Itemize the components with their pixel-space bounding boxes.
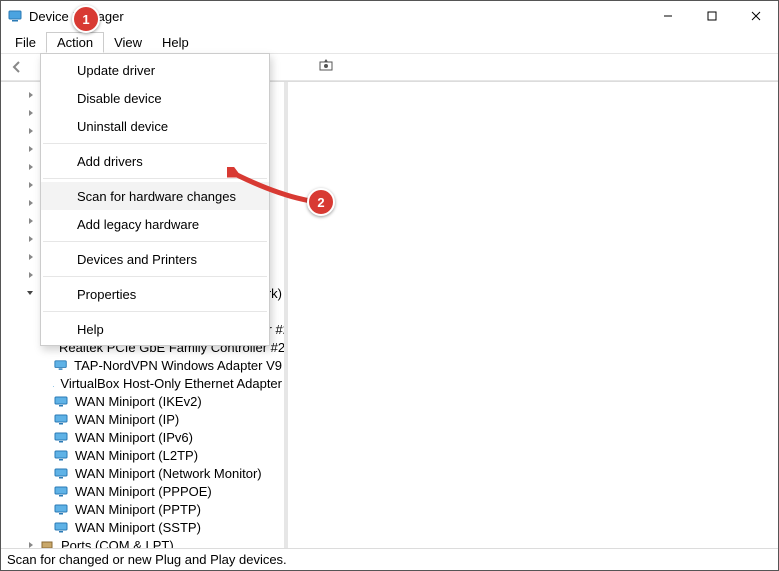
chevron-right-icon[interactable] <box>25 215 37 227</box>
chevron-right-icon[interactable] <box>25 269 37 281</box>
ports-icon <box>39 537 55 548</box>
chevron-right-icon[interactable] <box>25 125 37 137</box>
close-button[interactable] <box>734 1 778 31</box>
network-adapter-icon <box>53 411 69 427</box>
menubar: File Action View Help <box>1 31 778 53</box>
network-adapter-icon <box>53 465 69 481</box>
tree-node-label: WAN Miniport (PPPOE) <box>73 484 214 499</box>
menu-item-update-driver[interactable]: Update driver <box>41 56 269 84</box>
chevron-right-icon[interactable] <box>25 107 37 119</box>
tree-node-ports[interactable]: Ports (COM & LPT) <box>25 536 284 548</box>
tree-node-device[interactable]: WAN Miniport (L2TP) <box>53 446 284 464</box>
maximize-button[interactable] <box>690 1 734 31</box>
tree-node-device[interactable]: WAN Miniport (IPv6) <box>53 428 284 446</box>
tree-node-label: WAN Miniport (IKEv2) <box>73 394 204 409</box>
annotation-badge-1: 1 <box>72 5 100 33</box>
titlebar: Device Manager <box>1 1 778 31</box>
network-adapter-icon <box>53 393 69 409</box>
network-adapter-icon <box>53 519 69 535</box>
menu-separator <box>43 241 267 242</box>
tree-node-label: WAN Miniport (IP) <box>73 412 181 427</box>
details-pane <box>288 82 778 548</box>
chevron-right-icon[interactable] <box>25 233 37 245</box>
statusbar: Scan for changed or new Plug and Play de… <box>1 548 778 570</box>
statusbar-text: Scan for changed or new Plug and Play de… <box>7 552 287 567</box>
menu-item-devices-and-printers[interactable]: Devices and Printers <box>41 245 269 273</box>
back-button[interactable] <box>5 55 29 79</box>
tree-node-device[interactable]: WAN Miniport (PPTP) <box>53 500 284 518</box>
tree-node-label: Ports (COM & LPT) <box>59 538 176 549</box>
chevron-right-icon[interactable] <box>25 179 37 191</box>
tree-node-device[interactable]: WAN Miniport (SSTP) <box>53 518 284 536</box>
device-manager-icon <box>7 8 23 24</box>
tree-node-label: WAN Miniport (IPv6) <box>73 430 195 445</box>
tree-node-device[interactable]: WAN Miniport (Network Monitor) <box>53 464 284 482</box>
chevron-down-icon[interactable] <box>25 287 36 299</box>
menu-item-help[interactable]: Help <box>41 315 269 343</box>
chevron-right-icon[interactable] <box>25 539 37 548</box>
menu-file[interactable]: File <box>5 33 46 52</box>
tree-node-label: WAN Miniport (PPTP) <box>73 502 203 517</box>
network-adapter-icon <box>53 429 69 445</box>
minimize-button[interactable] <box>646 1 690 31</box>
network-adapter-icon <box>53 357 68 373</box>
menu-view[interactable]: View <box>104 33 152 52</box>
menu-separator <box>43 143 267 144</box>
menu-action[interactable]: Action <box>46 32 104 53</box>
window-title: Device Manager <box>29 9 646 24</box>
tree-node-label: WAN Miniport (L2TP) <box>73 448 200 463</box>
chevron-right-icon[interactable] <box>25 251 37 263</box>
menu-help[interactable]: Help <box>152 33 199 52</box>
network-adapter-icon <box>53 483 69 499</box>
scan-hardware-button[interactable] <box>314 55 338 79</box>
menu-item-properties[interactable]: Properties <box>41 280 269 308</box>
chevron-right-icon[interactable] <box>25 143 37 155</box>
chevron-right-icon[interactable] <box>25 197 37 209</box>
tree-node-device[interactable]: TAP-NordVPN Windows Adapter V9 <box>53 356 284 374</box>
tree-node-device[interactable]: WAN Miniport (IKEv2) <box>53 392 284 410</box>
network-adapter-icon <box>53 447 69 463</box>
network-adapter-icon <box>53 375 54 391</box>
annotation-badge-2: 2 <box>307 188 335 216</box>
menu-separator <box>43 276 267 277</box>
tree-node-device[interactable]: WAN Miniport (IP) <box>53 410 284 428</box>
network-adapter-icon <box>53 501 69 517</box>
tree-node-label: TAP-NordVPN Windows Adapter V9 <box>72 358 284 373</box>
menu-item-disable-device[interactable]: Disable device <box>41 84 269 112</box>
chevron-right-icon[interactable] <box>25 89 37 101</box>
tree-node-device[interactable]: WAN Miniport (PPPOE) <box>53 482 284 500</box>
menu-separator <box>43 311 267 312</box>
tree-node-label: VirtualBox Host-Only Ethernet Adapter <box>58 376 284 391</box>
tree-node-label: WAN Miniport (SSTP) <box>73 520 203 535</box>
chevron-right-icon[interactable] <box>25 161 37 173</box>
menu-item-add-legacy-hardware[interactable]: Add legacy hardware <box>41 210 269 238</box>
tree-node-device[interactable]: VirtualBox Host-Only Ethernet Adapter <box>53 374 284 392</box>
tree-node-label: WAN Miniport (Network Monitor) <box>73 466 264 481</box>
annotation-arrow <box>227 167 317 209</box>
menu-item-uninstall-device[interactable]: Uninstall device <box>41 112 269 140</box>
